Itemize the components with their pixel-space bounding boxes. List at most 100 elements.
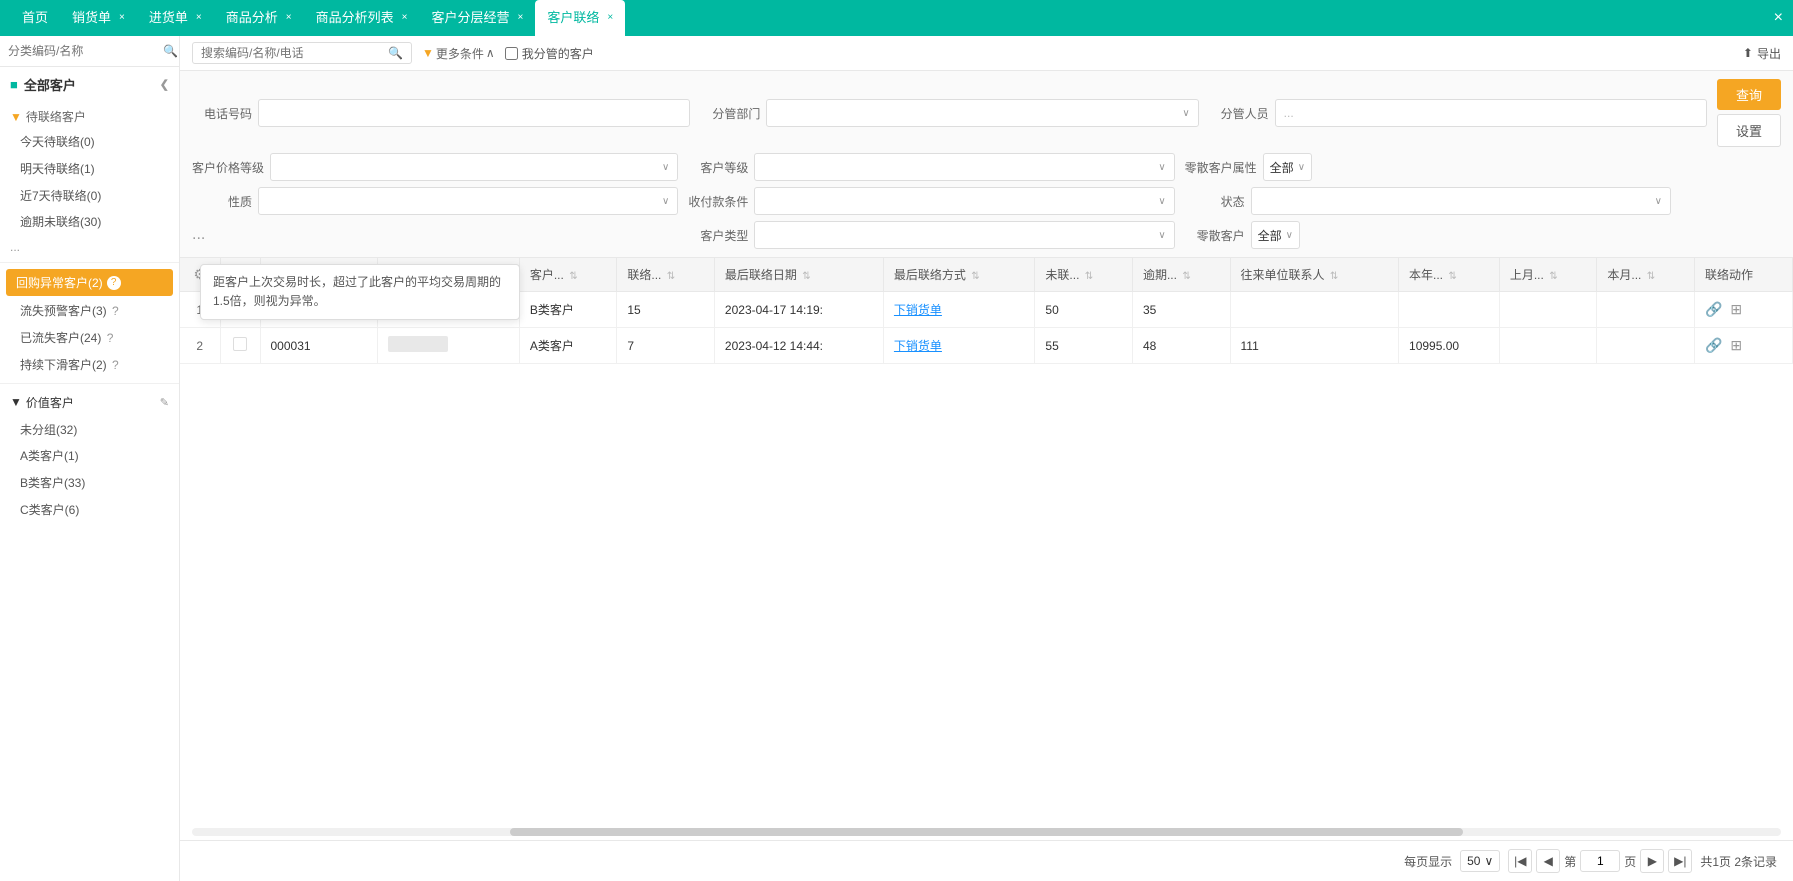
per-page-select[interactable]: 50 ∨ bbox=[1460, 850, 1500, 872]
repurchase-info-icon[interactable]: ? bbox=[107, 276, 121, 290]
td-contact-2: 111 bbox=[1230, 328, 1399, 364]
filter-sparse-customer-select[interactable]: 全部 ∨ bbox=[1251, 221, 1300, 249]
nav-customer-contact[interactable]: 客户联络 × bbox=[535, 0, 625, 36]
filter-customer-type-select[interactable]: ∨ bbox=[754, 221, 1174, 249]
sort-this-month-icon[interactable]: ⇅ bbox=[1647, 271, 1655, 282]
nav-sales[interactable]: 销货单 × bbox=[60, 0, 137, 36]
filter-more-btn[interactable]: ... bbox=[192, 226, 205, 244]
td-no-2: 2 bbox=[180, 328, 220, 364]
my-customers-checkbox-area[interactable]: 我分管的客户 bbox=[505, 45, 594, 62]
first-page-button[interactable]: |◀ bbox=[1508, 849, 1532, 873]
action-link-icon-2[interactable]: 🔗 bbox=[1705, 337, 1722, 354]
sidebar: 🔍 ■ 全部客户 ❮ ▼ 待联络客户 今天待联络(0) 明天待联络(1) 近7天… bbox=[0, 36, 180, 881]
close-product-analysis-icon[interactable]: × bbox=[286, 0, 292, 36]
pending-group-title[interactable]: ▼ 待联络客户 bbox=[0, 102, 179, 129]
nav-home[interactable]: 首页 bbox=[10, 0, 60, 36]
horizontal-scrollbar[interactable] bbox=[192, 828, 1781, 836]
sidebar-item-ungroup[interactable]: 未分组(32) bbox=[0, 417, 179, 444]
sidebar-search-icon[interactable]: 🔍 bbox=[163, 44, 178, 58]
filter-search-input[interactable] bbox=[201, 46, 388, 60]
last-contact-method-link-2[interactable]: 下销货单 bbox=[894, 339, 942, 353]
sidebar-item-a-class[interactable]: A类客户(1) bbox=[0, 443, 179, 470]
nav-purchase[interactable]: 进货单 × bbox=[137, 0, 214, 36]
prev-page-button[interactable]: ◀ bbox=[1536, 849, 1560, 873]
td-last-contact-method-1[interactable]: 下销货单 bbox=[883, 292, 1034, 328]
filter-manager-input-box[interactable]: ... bbox=[1275, 99, 1707, 127]
sort-contact-person-icon[interactable]: ⇅ bbox=[1330, 271, 1338, 282]
close-all-tabs-button[interactable]: × bbox=[1774, 9, 1783, 27]
action-grid-icon-1[interactable]: ⊞ bbox=[1730, 301, 1742, 318]
sidebar-divider-1 bbox=[0, 262, 179, 263]
settings-button[interactable]: 设置 bbox=[1717, 114, 1781, 147]
filter-sparse-attr-select[interactable]: 全部 ∨ bbox=[1263, 153, 1312, 181]
filter-phone-input[interactable] bbox=[267, 106, 681, 120]
sort-type-icon[interactable]: ⇅ bbox=[569, 271, 577, 282]
td-checkbox-2 bbox=[220, 328, 260, 364]
sort-date-icon[interactable]: ⇅ bbox=[802, 271, 810, 282]
sparse-attr-chevron-icon: ∨ bbox=[1298, 162, 1305, 173]
value-group-header[interactable]: ▼ 价值客户 ✎ bbox=[0, 388, 179, 417]
action-link-icon-1[interactable]: 🔗 bbox=[1705, 301, 1722, 318]
fold-sidebar-icon[interactable]: ❮ bbox=[160, 78, 169, 91]
sidebar-item-tomorrow[interactable]: 明天待联络(1) bbox=[0, 156, 179, 183]
last-contact-method-link-1[interactable]: 下销货单 bbox=[894, 303, 942, 317]
close-product-list-icon[interactable]: × bbox=[402, 0, 408, 36]
row-2-checkbox[interactable] bbox=[233, 337, 247, 351]
page-number-input[interactable] bbox=[1580, 850, 1620, 872]
sidebar-search-input[interactable] bbox=[8, 44, 163, 58]
next-page-button[interactable]: ▶ bbox=[1640, 849, 1664, 873]
close-sales-icon[interactable]: × bbox=[119, 0, 125, 36]
sidebar-item-b-class[interactable]: B类客户(33) bbox=[0, 470, 179, 497]
td-this-month-1 bbox=[1597, 292, 1695, 328]
nav-customer-layered[interactable]: 客户分层经营 × bbox=[419, 0, 535, 36]
action-grid-icon-2[interactable]: ⊞ bbox=[1730, 337, 1742, 354]
sidebar-item-continuous-down[interactable]: 持续下滑客户(2) ? bbox=[0, 352, 179, 379]
sort-last-month-icon[interactable]: ⇅ bbox=[1549, 271, 1557, 282]
close-customer-layered-icon[interactable]: × bbox=[517, 0, 523, 36]
td-last-contact-method-2[interactable]: 下销货单 bbox=[883, 328, 1034, 364]
value-group-edit-icon[interactable]: ✎ bbox=[160, 396, 169, 409]
filter-search-icon[interactable]: 🔍 bbox=[388, 46, 403, 60]
filter-dept-select[interactable]: ∨ bbox=[766, 99, 1198, 127]
more-pending-btn[interactable]: ... bbox=[0, 236, 179, 258]
close-purchase-icon[interactable]: × bbox=[196, 0, 202, 36]
filter-phone-input-box[interactable] bbox=[258, 99, 690, 127]
bottom-bar: 每页显示 50 ∨ |◀ ◀ 第 页 ▶ ▶| 共1页 2条记录 bbox=[180, 840, 1793, 881]
sidebar-item-lost-predicted[interactable]: 流失预警客户(3) ? bbox=[0, 298, 179, 325]
action-icons-2: 🔗 ⊞ bbox=[1705, 337, 1782, 354]
filter-bar: 🔍 ▼ 更多条件 ∧ 我分管的客户 ⬆ 导出 bbox=[180, 36, 1793, 71]
th-last-contact-method: 最后联络方式 ⇅ bbox=[883, 258, 1034, 292]
nav-product-list[interactable]: 商品分析列表 × bbox=[304, 0, 420, 36]
td-last-contact-date-1: 2023-04-17 14:19: bbox=[714, 292, 883, 328]
nav-product-analysis[interactable]: 商品分析 × bbox=[214, 0, 304, 36]
filter-field-sparse-customer: 零散客户 全部 ∨ bbox=[1185, 221, 1671, 249]
filter-payment-label: 收付款条件 bbox=[688, 193, 748, 210]
sort-this-year-icon[interactable]: ⇅ bbox=[1448, 271, 1456, 282]
filter-payment-select[interactable]: ∨ bbox=[754, 187, 1174, 215]
sort-overdue-icon[interactable]: ⇅ bbox=[1182, 271, 1190, 282]
th-last-month: 上月... ⇅ bbox=[1499, 258, 1597, 292]
scroll-thumb[interactable] bbox=[510, 828, 1463, 836]
sidebar-item-repurchase-abnormal[interactable]: 回购异常客户(2) ? bbox=[6, 269, 173, 296]
query-button[interactable]: 查询 bbox=[1717, 79, 1781, 110]
last-page-button[interactable]: ▶| bbox=[1668, 849, 1692, 873]
sidebar-item-overdue[interactable]: 逾期未联络(30) bbox=[0, 209, 179, 236]
sort-method-icon[interactable]: ⇅ bbox=[971, 271, 979, 282]
more-conditions-button[interactable]: ▼ 更多条件 ∧ bbox=[422, 45, 495, 62]
dept-chevron-icon: ∨ bbox=[1182, 108, 1189, 119]
filter-price-level-select[interactable]: ∨ bbox=[270, 153, 678, 181]
export-button[interactable]: ⬆ 导出 bbox=[1743, 45, 1781, 62]
sidebar-item-already-lost[interactable]: 已流失客户(24) ? bbox=[0, 325, 179, 352]
filter-customer-level-select[interactable]: ∨ bbox=[754, 153, 1174, 181]
sidebar-item-today[interactable]: 今天待联络(0) bbox=[0, 129, 179, 156]
collapse-all-customers-icon[interactable]: ■ bbox=[10, 77, 18, 92]
sidebar-item-7days[interactable]: 近7天待联络(0) bbox=[0, 183, 179, 210]
filter-status-select[interactable]: ∨ bbox=[1251, 187, 1671, 215]
close-customer-contact-icon[interactable]: × bbox=[607, 0, 613, 36]
th-this-month: 本月... ⇅ bbox=[1597, 258, 1695, 292]
sort-contact-count-icon[interactable]: ⇅ bbox=[667, 271, 675, 282]
my-customers-checkbox[interactable] bbox=[505, 47, 518, 60]
sort-uncontacted-icon[interactable]: ⇅ bbox=[1085, 271, 1093, 282]
sidebar-item-c-class[interactable]: C类客户(6) bbox=[0, 497, 179, 524]
filter-nature-select[interactable]: ∨ bbox=[258, 187, 678, 215]
